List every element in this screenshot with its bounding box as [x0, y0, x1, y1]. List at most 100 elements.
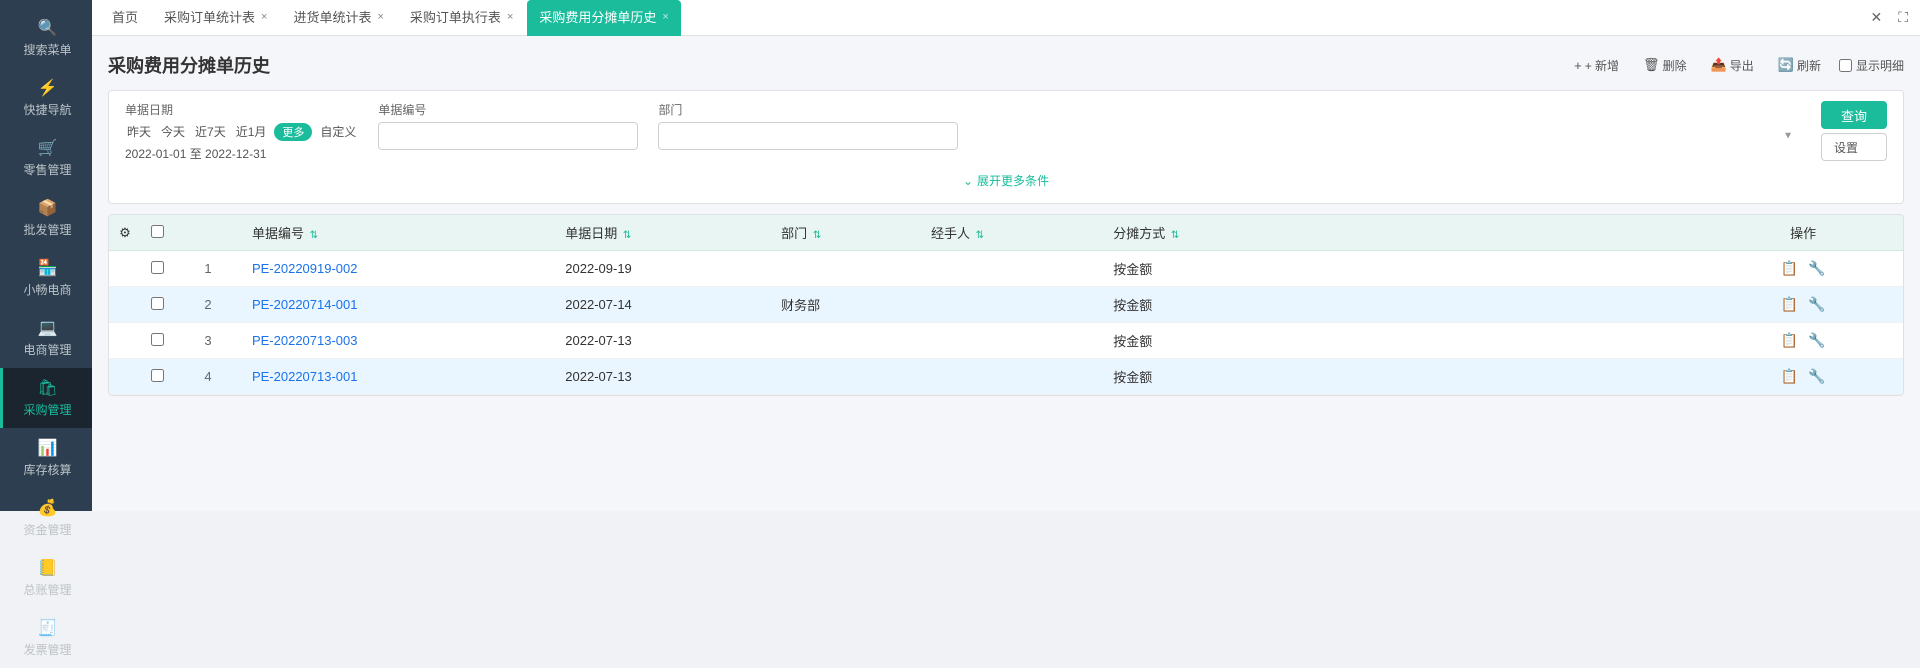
tab-close-incoming-stats[interactable]: × [377, 11, 383, 23]
date-shortcut-4[interactable]: 更多 [274, 123, 312, 141]
row-bill-no-link-1[interactable]: PE-20220714-001 [252, 297, 358, 312]
select-all-checkbox[interactable] [151, 225, 164, 238]
sidebar: 🔍 搜索菜单 ⚡ 快捷导航 🛒 零售管理 📦 批发管理 🏪 小畅电商 💻 电商管… [0, 0, 92, 511]
col-settings[interactable]: ⚙ [109, 215, 141, 251]
col-bill-date[interactable]: 单据日期 ⇅ [555, 215, 771, 251]
sidebar-item-invoice[interactable]: 🧾 发票管理 [0, 608, 92, 668]
export-label: 导出 [1730, 57, 1754, 74]
bill-no-input[interactable] [378, 122, 638, 150]
inventory-icon: 📊 [38, 438, 58, 458]
tab-home[interactable]: 首页 [100, 0, 150, 36]
col-checkbox [141, 215, 174, 251]
sidebar-item-retail[interactable]: 🛒 零售管理 [0, 128, 92, 188]
expand-conditions-button[interactable]: ⌄ 展开更多条件 [125, 168, 1887, 193]
close-window-button[interactable]: ✕ [1866, 7, 1886, 28]
col-handler[interactable]: 经手人 ⇅ [921, 215, 1103, 251]
delete-label: 删除 [1663, 57, 1687, 74]
row-handler-3 [921, 359, 1103, 395]
row-department-0 [771, 251, 921, 287]
refresh-label: 刷新 [1797, 57, 1821, 74]
col-num [174, 215, 242, 251]
row-delete-icon-1[interactable]: 🔧 [1806, 294, 1827, 315]
row-checkbox-1[interactable] [151, 297, 164, 310]
row-checkbox-cell-0 [141, 251, 174, 287]
add-icon: + [1574, 58, 1582, 73]
col-bill-no[interactable]: 单据编号 ⇅ [242, 215, 555, 251]
col-department[interactable]: 部门 ⇅ [771, 215, 921, 251]
date-shortcut-0[interactable]: 昨天 [125, 122, 153, 141]
delete-button[interactable]: 🗑删除 [1637, 53, 1693, 78]
sidebar-item-ecom[interactable]: 💻 电商管理 [0, 308, 92, 368]
row-bill-no-link-2[interactable]: PE-20220713-003 [252, 333, 358, 348]
row-edit-icon-1[interactable]: 📋 [1779, 294, 1800, 315]
row-edit-icon-3[interactable]: 📋 [1779, 366, 1800, 387]
tab-label-purchase-cost: 采购费用分摊单历史 [539, 7, 656, 26]
show-columns-checkbox-label[interactable]: 显示明细 [1839, 57, 1904, 74]
date-shortcut-5[interactable]: 自定义 [318, 122, 358, 141]
ledger-icon: 📒 [38, 558, 58, 578]
tab-label-home: 首页 [112, 7, 138, 26]
query-button[interactable]: 查询 [1821, 101, 1887, 129]
row-bill-no-0: PE-20220919-002 [242, 251, 555, 287]
sidebar-item-finance[interactable]: 💰 资金管理 [0, 488, 92, 548]
sidebar-item-ledger[interactable]: 📒 总账管理 [0, 548, 92, 608]
tab-purchase-order-stats[interactable]: 采购订单统计表× [152, 0, 279, 36]
sidebar-item-purchase[interactable]: 🛍 采购管理 [0, 368, 92, 428]
col-split-method-label: 分摊方式 [1113, 226, 1165, 241]
row-checkbox-cell-3 [141, 359, 174, 395]
tab-incoming-stats[interactable]: 进货单统计表× [281, 0, 395, 36]
tab-close-purchase-exec[interactable]: × [507, 11, 513, 23]
row-delete-icon-2[interactable]: 🔧 [1806, 330, 1827, 351]
row-op-icons-0: 📋 🔧 [1713, 258, 1893, 279]
tab-close-purchase-order-stats[interactable]: × [261, 11, 267, 23]
row-checkbox-0[interactable] [151, 261, 164, 274]
wholesale-icon: 📦 [38, 198, 58, 218]
sidebar-item-label-search: 搜索菜单 [23, 41, 71, 58]
refresh-button[interactable]: 🔄刷新 [1772, 53, 1827, 78]
row-delete-icon-3[interactable]: 🔧 [1806, 366, 1827, 387]
row-op-icons-1: 📋 🔧 [1713, 294, 1893, 315]
expand-label: 展开更多条件 [977, 172, 1049, 189]
sidebar-item-label-ledger: 总账管理 [23, 581, 71, 598]
row-bill-no-link-0[interactable]: PE-20220919-002 [252, 261, 358, 276]
sidebar-item-mini-shop[interactable]: 🏪 小畅电商 [0, 248, 92, 308]
row-checkbox-3[interactable] [151, 369, 164, 382]
row-bill-no-link-3[interactable]: PE-20220713-001 [252, 369, 358, 384]
header-actions: ++ 新增 🗑删除 📤导出 🔄刷新显示明细 [1568, 53, 1904, 78]
tab-bar-actions: ✕ ⛶ [1866, 7, 1912, 28]
row-handler-1 [921, 287, 1103, 323]
show-columns-checkbox[interactable] [1839, 59, 1852, 72]
department-select[interactable]: 财务部 [658, 122, 958, 150]
select-arrow-icon: ▼ [1783, 131, 1793, 142]
tab-purchase-exec[interactable]: 采购订单执行表× [398, 0, 525, 36]
export-button[interactable]: 📤导出 [1705, 53, 1760, 78]
bill-no-filter-group: 单据编号 [378, 101, 638, 150]
filter-settings-button[interactable]: 设置 [1821, 133, 1887, 161]
sidebar-item-inventory[interactable]: 📊 库存核算 [0, 428, 92, 488]
table-row: 3 PE-20220713-003 2022-07-13 按金额 📋 🔧 [109, 323, 1903, 359]
sidebar-item-label-purchase: 采购管理 [23, 401, 71, 418]
department-select-wrapper: 财务部 ▼ [658, 122, 1801, 150]
row-op-icons-3: 📋 🔧 [1713, 366, 1893, 387]
sidebar-item-wholesale[interactable]: 📦 批发管理 [0, 188, 92, 248]
sidebar-item-search[interactable]: 🔍 搜索菜单 [0, 8, 92, 68]
row-checkbox-2[interactable] [151, 333, 164, 346]
tab-purchase-cost[interactable]: 采购费用分摊单历史 × [527, 0, 680, 36]
sidebar-item-quick-nav[interactable]: ⚡ 快捷导航 [0, 68, 92, 128]
tab-close-purchase-cost[interactable]: × [662, 11, 668, 23]
row-delete-icon-0[interactable]: 🔧 [1806, 258, 1827, 279]
maximize-window-button[interactable]: ⛶ [1894, 7, 1912, 28]
filter-row: 单据日期 昨天今天近7天近1月更多自定义 2022-01-01 至 2022-1… [125, 101, 1887, 162]
main-content: 首页采购订单统计表×进货单统计表×采购订单执行表×采购费用分摊单历史× ✕ ⛶ … [92, 0, 1920, 511]
row-split-method-0: 按金额 [1103, 251, 1703, 287]
row-edit-icon-0[interactable]: 📋 [1779, 258, 1800, 279]
date-shortcut-1[interactable]: 今天 [159, 122, 187, 141]
date-shortcut-3[interactable]: 近1月 [234, 122, 269, 141]
row-edit-icon-2[interactable]: 📋 [1779, 330, 1800, 351]
add-button[interactable]: ++ 新增 [1568, 53, 1625, 78]
col-split-method[interactable]: 分摊方式 ⇅ [1103, 215, 1703, 251]
department-filter-group: 部门 财务部 ▼ [658, 101, 1801, 150]
date-shortcut-2[interactable]: 近7天 [193, 122, 228, 141]
data-table: ⚙ 单据编号 ⇅ 单据日期 ⇅ [109, 215, 1903, 395]
add-label: + 新增 [1585, 57, 1619, 74]
